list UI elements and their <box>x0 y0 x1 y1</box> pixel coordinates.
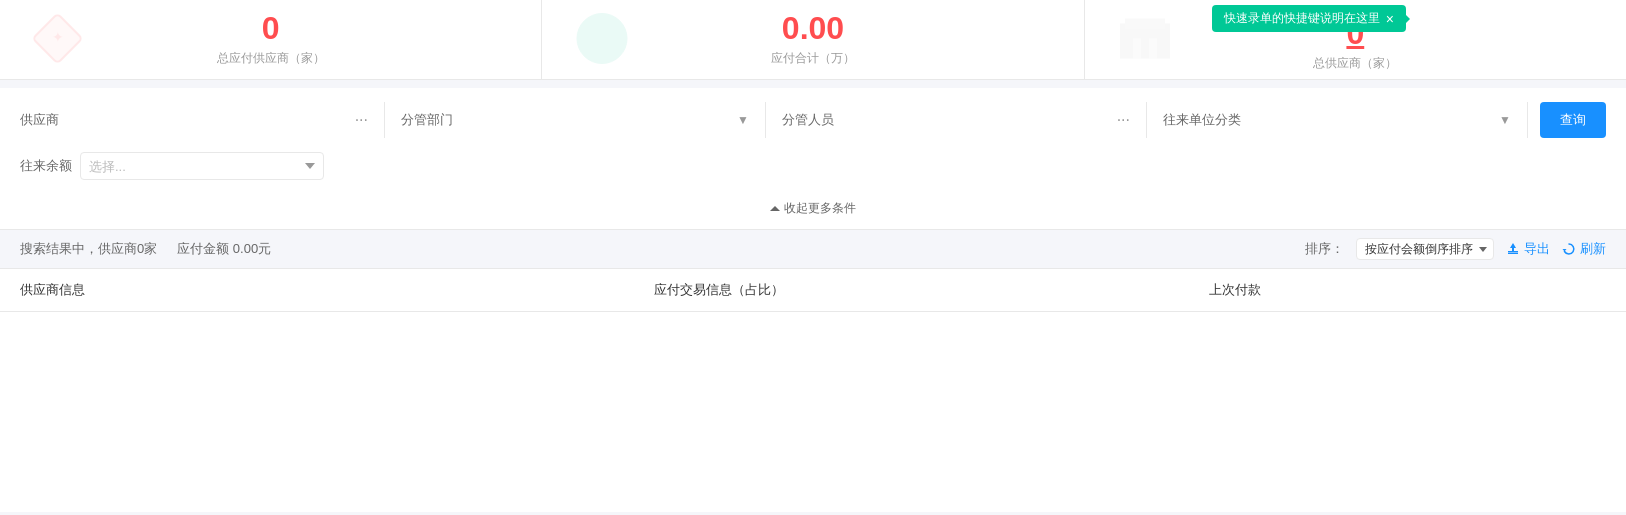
person-input[interactable] <box>842 113 1113 128</box>
collapse-button[interactable]: 收起更多条件 <box>770 200 856 217</box>
svg-text:米: 米 <box>591 25 613 50</box>
supplier-input[interactable] <box>68 113 351 128</box>
person-more-btn[interactable]: ··· <box>1117 111 1130 129</box>
svg-rect-9 <box>1508 253 1518 254</box>
stat-total-number: 0.00 <box>782 12 844 44</box>
refresh-icon <box>1562 242 1576 256</box>
tooltip-text: 快速录单的快捷键说明在这里 <box>1224 10 1380 27</box>
table-header: 供应商信息 应付交易信息（占比） 上次付款 <box>0 269 1626 312</box>
result-count: 搜索结果中，供应商0家 <box>20 240 157 258</box>
tooltip-close-btn[interactable]: × <box>1386 12 1394 26</box>
collapse-label: 收起更多条件 <box>784 200 856 217</box>
unit-category-label: 往来单位分类 <box>1163 111 1241 129</box>
result-info: 搜索结果中，供应商0家 应付金额 0.00元 <box>20 240 271 258</box>
department-label: 分管部门 <box>401 111 453 129</box>
supplier-label: 供应商 <box>20 111 60 129</box>
building-icon <box>1115 13 1175 63</box>
stat-payable-number: 0 <box>262 12 280 44</box>
person-filter: 分管人员 ··· <box>766 102 1147 138</box>
result-bar: 搜索结果中，供应商0家 应付金额 0.00元 排序： 按应付会额倒序排序 导出 <box>0 230 1626 269</box>
stat-total-payable: ✦ 0 总应付供应商（家） <box>0 0 542 79</box>
person-label: 分管人员 <box>782 111 834 129</box>
tooltip-bubble: 快速录单的快捷键说明在这里 × <box>1212 5 1406 32</box>
result-amount: 应付金额 0.00元 <box>177 240 271 258</box>
svg-text:✦: ✦ <box>52 29 64 45</box>
supplier-filter: 供应商 ··· <box>20 102 385 138</box>
stat-total-suppliers: 快速录单的快捷键说明在这里 × 0 总供应商（家） <box>1085 0 1626 79</box>
collapse-arrow-icon <box>770 206 780 211</box>
export-icon <box>1506 242 1520 256</box>
supplier-more-btn[interactable]: ··· <box>355 111 368 129</box>
stat-payable-total: 米 0.00 应付合计（万） <box>542 0 1084 79</box>
unit-category-input[interactable] <box>1249 113 1495 128</box>
table-area: 供应商信息 应付交易信息（占比） 上次付款 <box>0 269 1626 512</box>
filter-area: 供应商 ··· 分管部门 ▼ 分管人员 ··· 往来单位分类 ▼ <box>0 88 1626 230</box>
export-button[interactable]: 导出 <box>1506 240 1550 258</box>
stat-total-label: 应付合计（万） <box>771 50 855 67</box>
department-filter: 分管部门 ▼ <box>385 102 766 138</box>
unit-category-filter: 往来单位分类 ▼ <box>1147 102 1528 138</box>
balance-select[interactable]: 选择... <box>80 152 324 180</box>
table-body <box>0 312 1626 512</box>
col-supplier-header: 供应商信息 <box>20 281 654 299</box>
sort-select[interactable]: 按应付会额倒序排序 <box>1356 238 1494 260</box>
svg-rect-8 <box>1508 251 1518 253</box>
svg-rect-7 <box>1149 38 1157 58</box>
cookie-icon: 米 <box>572 8 632 68</box>
export-label: 导出 <box>1524 240 1550 258</box>
balance-label: 往来余额 <box>20 157 72 175</box>
stats-bar: ✦ 0 总应付供应商（家） 米 0.00 应付合计（万） <box>0 0 1626 80</box>
diamond-icon: ✦ <box>30 11 85 66</box>
svg-marker-10 <box>1510 243 1516 251</box>
query-button[interactable]: 查询 <box>1540 102 1606 138</box>
svg-rect-4 <box>1120 23 1170 58</box>
col-transaction-header: 应付交易信息（占比） <box>654 281 1209 299</box>
stat-payable-label: 总应付供应商（家） <box>217 50 325 67</box>
balance-filter: 往来余额 选择... <box>20 148 340 184</box>
filter-row-1: 供应商 ··· 分管部门 ▼ 分管人员 ··· 往来单位分类 ▼ <box>20 102 1606 138</box>
result-actions: 排序： 按应付会额倒序排序 导出 刷新 <box>1305 238 1606 260</box>
department-input[interactable] <box>461 113 733 128</box>
filter-row-2: 往来余额 选择... <box>20 148 1606 184</box>
sort-label: 排序： <box>1305 240 1344 258</box>
svg-marker-11 <box>1563 249 1567 252</box>
stat-suppliers-label: 总供应商（家） <box>1313 55 1397 72</box>
refresh-label: 刷新 <box>1580 240 1606 258</box>
collapse-bar: 收起更多条件 <box>20 194 1606 229</box>
refresh-button[interactable]: 刷新 <box>1562 240 1606 258</box>
svg-rect-6 <box>1133 38 1141 58</box>
unit-category-dropdown-icon[interactable]: ▼ <box>1499 113 1511 127</box>
svg-rect-5 <box>1125 18 1165 28</box>
col-payment-header: 上次付款 <box>1209 281 1606 299</box>
department-dropdown-icon[interactable]: ▼ <box>737 113 749 127</box>
